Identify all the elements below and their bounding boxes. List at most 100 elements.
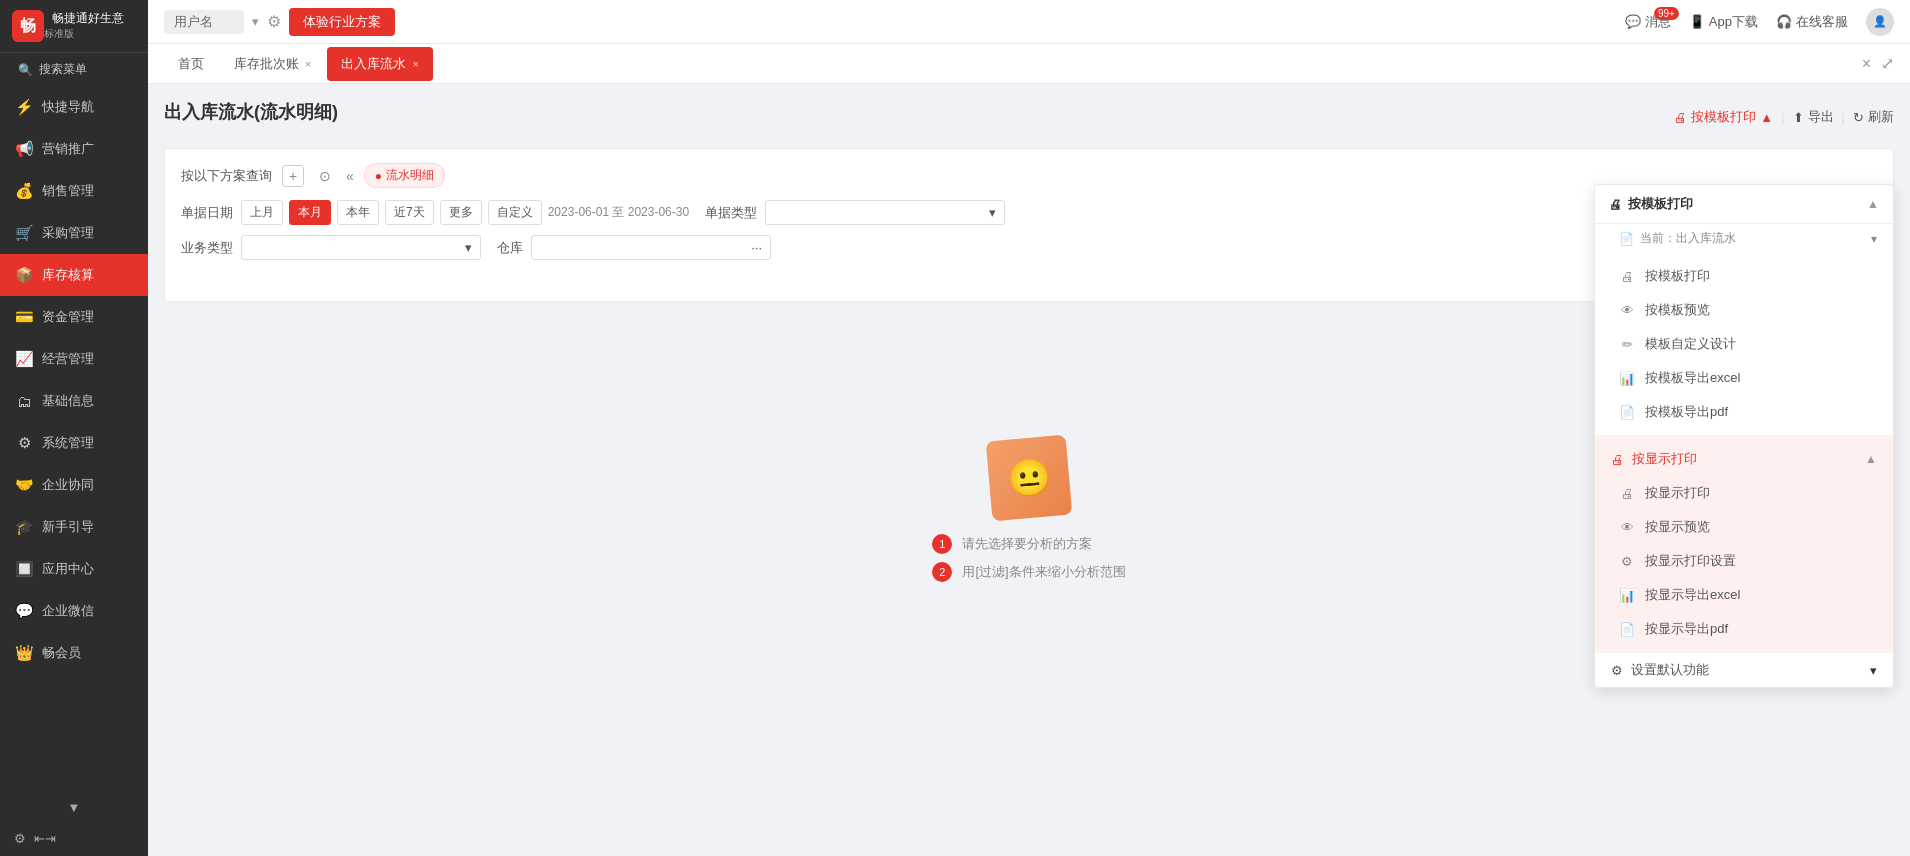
collapse-sidebar-icon[interactable]: ⇤⇥ <box>34 831 56 846</box>
warehouse-select[interactable]: ··· <box>531 235 771 260</box>
dropdown-item-tmpl-pdf[interactable]: 📄 按模板导出pdf <box>1595 395 1893 429</box>
filter-label: 按以下方案查询 <box>181 167 272 185</box>
print-dropdown-panel: 🖨 按模板打印 ▲ 📄 当前：出入库流水 ▾ 🖨 <box>1594 184 1894 688</box>
date-btn-last-month[interactable]: 上月 <box>241 200 283 225</box>
sidebar-item-wechat[interactable]: 💬 企业微信 <box>0 590 148 632</box>
app-download-label: App下载 <box>1709 13 1758 31</box>
dropdown-item-tmpl-custom[interactable]: ✏ 模板自定义设计 <box>1595 327 1893 361</box>
sidebar-item-guide[interactable]: 🎓 新手引导 <box>0 506 148 548</box>
tab-flow-close[interactable]: × <box>412 58 418 70</box>
disp-preview-icon: 👁 <box>1619 519 1635 535</box>
tab-close-all-icon[interactable]: × <box>1862 55 1871 73</box>
warehouse-more-icon: ··· <box>751 240 762 255</box>
topbar-messages[interactable]: 💬 消息 99+ <box>1625 13 1671 31</box>
filter-settings-button[interactable]: ⊙ <box>314 165 336 187</box>
dropdown-item-disp-preview[interactable]: 👁 按显示预览 <box>1595 510 1893 544</box>
tmpl-print-icon: 🖨 <box>1619 268 1635 284</box>
sidebar-item-inventory[interactable]: 📦 库存核算 <box>0 254 148 296</box>
vip-icon: 👑 <box>14 643 34 663</box>
sidebar-item-label: 快捷导航 <box>42 98 94 116</box>
dropdown-item-tmpl-excel[interactable]: 📊 按模板导出excel <box>1595 361 1893 395</box>
dropdown-item-tmpl-preview[interactable]: 👁 按模板预览 <box>1595 293 1893 327</box>
print-template-button[interactable]: 🖨 按模板打印 ▲ <box>1674 108 1773 126</box>
filter-collapse-button[interactable]: « <box>346 168 354 184</box>
sidebar-scroll-down[interactable]: ▼ <box>0 794 148 821</box>
sidebar-item-label: 应用中心 <box>42 560 94 578</box>
tab-batch[interactable]: 库存批次账 × <box>220 47 325 81</box>
sidebar-item-marketing[interactable]: 📢 营销推广 <box>0 128 148 170</box>
dropdown-title: 🖨 按模板打印 <box>1609 195 1693 213</box>
topbar-app-download[interactable]: 📱 App下载 <box>1689 13 1758 31</box>
date-btn-this-month[interactable]: 本月 <box>289 200 331 225</box>
biz-type-select[interactable]: ▾ <box>241 235 481 260</box>
empty-step-1-label: 请先选择要分析的方案 <box>962 535 1092 553</box>
dropdown-footer[interactable]: ⚙ 设置默认功能 ▾ <box>1595 653 1893 687</box>
topbar-dropdown-icon[interactable]: ▾ <box>252 14 259 29</box>
biz-type-dropdown-icon: ▾ <box>465 240 472 255</box>
doc-type-select[interactable]: ▾ <box>765 200 1005 225</box>
date-btn-7days[interactable]: 近7天 <box>385 200 434 225</box>
warehouse-filter-group: 仓库 ··· <box>497 235 771 260</box>
date-btn-this-year[interactable]: 本年 <box>337 200 379 225</box>
tab-home-label: 首页 <box>178 55 204 73</box>
tab-home[interactable]: 首页 <box>164 47 218 81</box>
dropdown-collapse-icon[interactable]: ▲ <box>1867 197 1879 211</box>
sidebar-item-basic[interactable]: 🗂 基础信息 <box>0 380 148 422</box>
filter-add-button[interactable]: + <box>282 165 304 187</box>
sidebar-item-collab[interactable]: 🤝 企业协同 <box>0 464 148 506</box>
date-btn-more[interactable]: 更多 <box>440 200 482 225</box>
footer-settings-icon: ⚙ <box>1611 663 1623 678</box>
basic-icon: 🗂 <box>14 391 34 411</box>
sidebar-item-sales[interactable]: 💰 销售管理 <box>0 170 148 212</box>
export-label: 导出 <box>1808 108 1834 126</box>
operations-icon: 📈 <box>14 349 34 369</box>
dropdown-item-disp-pdf[interactable]: 📄 按显示导出pdf <box>1595 612 1893 646</box>
search-icon: 🔍 <box>18 63 33 77</box>
tab-flow[interactable]: 出入库流水 × <box>327 47 432 81</box>
date-filter-label: 单据日期 <box>181 204 233 222</box>
dropdown-item-disp-settings[interactable]: ⚙ 按显示打印设置 <box>1595 544 1893 578</box>
sidebar-item-finance[interactable]: 💳 资金管理 <box>0 296 148 338</box>
sidebar: 畅 畅捷通好生意 标准版 🔍 搜索菜单 ⚡ 快捷导航 📢 营销推广 💰 销售 <box>0 0 148 856</box>
industry-solution-button[interactable]: 体验行业方案 <box>289 8 395 36</box>
sidebar-search-label: 搜索菜单 <box>39 61 87 78</box>
topbar-online-service[interactable]: 🎧 在线客服 <box>1776 13 1848 31</box>
refresh-button[interactable]: ↻ 刷新 <box>1853 108 1894 126</box>
sales-icon: 💰 <box>14 181 34 201</box>
sidebar-item-vip[interactable]: 👑 畅会员 <box>0 632 148 674</box>
quick-nav-icon: ⚡ <box>14 97 34 117</box>
dropdown-item-disp-print[interactable]: 🖨 按显示打印 <box>1595 476 1893 510</box>
message-icon: 💬 <box>1625 14 1641 29</box>
topbar-gear-icon[interactable]: ⚙ <box>267 12 281 31</box>
service-label: 在线客服 <box>1796 13 1848 31</box>
page-title: 出入库流水(流水明细) <box>164 100 338 124</box>
user-avatar[interactable]: 👤 <box>1866 8 1894 36</box>
dropdown-item-disp-excel[interactable]: 📊 按显示导出excel <box>1595 578 1893 612</box>
current-dropdown-arrow[interactable]: ▾ <box>1871 232 1877 246</box>
tab-expand-icon[interactable]: ⤢ <box>1881 54 1894 73</box>
app-logo: 畅 畅捷通好生意 标准版 <box>0 0 148 53</box>
date-filter-group: 单据日期 上月 本月 本年 近7天 更多 自定义 2023-06-01 至 20… <box>181 200 689 225</box>
export-icon: ⬆ <box>1793 110 1804 125</box>
sidebar-search[interactable]: 🔍 搜索菜单 <box>0 53 148 86</box>
tab-batch-close[interactable]: × <box>305 58 311 70</box>
inventory-icon: 📦 <box>14 265 34 285</box>
sidebar-item-quick-nav[interactable]: ⚡ 快捷导航 <box>0 86 148 128</box>
sidebar-item-purchase[interactable]: 🛒 采购管理 <box>0 212 148 254</box>
main-area: 用户名 ▾ ⚙ 体验行业方案 💬 消息 99+ 📱 App下载 🎧 在线客服 <box>148 0 1910 856</box>
sidebar-item-label: 资金管理 <box>42 308 94 326</box>
sidebar-item-label: 新手引导 <box>42 518 94 536</box>
sidebar-item-appstore[interactable]: 🔲 应用中心 <box>0 548 148 590</box>
sidebar-item-label: 营销推广 <box>42 140 94 158</box>
finance-icon: 💳 <box>14 307 34 327</box>
dropdown-panel-header: 🖨 按模板打印 ▲ <box>1595 185 1893 224</box>
doc-type-filter-group: 单据类型 ▾ <box>705 200 1005 225</box>
dropdown-item-tmpl-print[interactable]: 🖨 按模板打印 <box>1595 259 1893 293</box>
dropdown-display-header[interactable]: 🖨 按显示打印 ▲ <box>1595 442 1893 476</box>
settings-icon[interactable]: ⚙ <box>14 831 26 846</box>
export-button[interactable]: ⬆ 导出 <box>1793 108 1834 126</box>
sidebar-item-operations[interactable]: 📈 经营管理 <box>0 338 148 380</box>
sidebar-item-system[interactable]: ⚙ 系统管理 <box>0 422 148 464</box>
filter-chip-active[interactable]: ● 流水明细 <box>364 163 445 188</box>
date-btn-custom[interactable]: 自定义 <box>488 200 542 225</box>
